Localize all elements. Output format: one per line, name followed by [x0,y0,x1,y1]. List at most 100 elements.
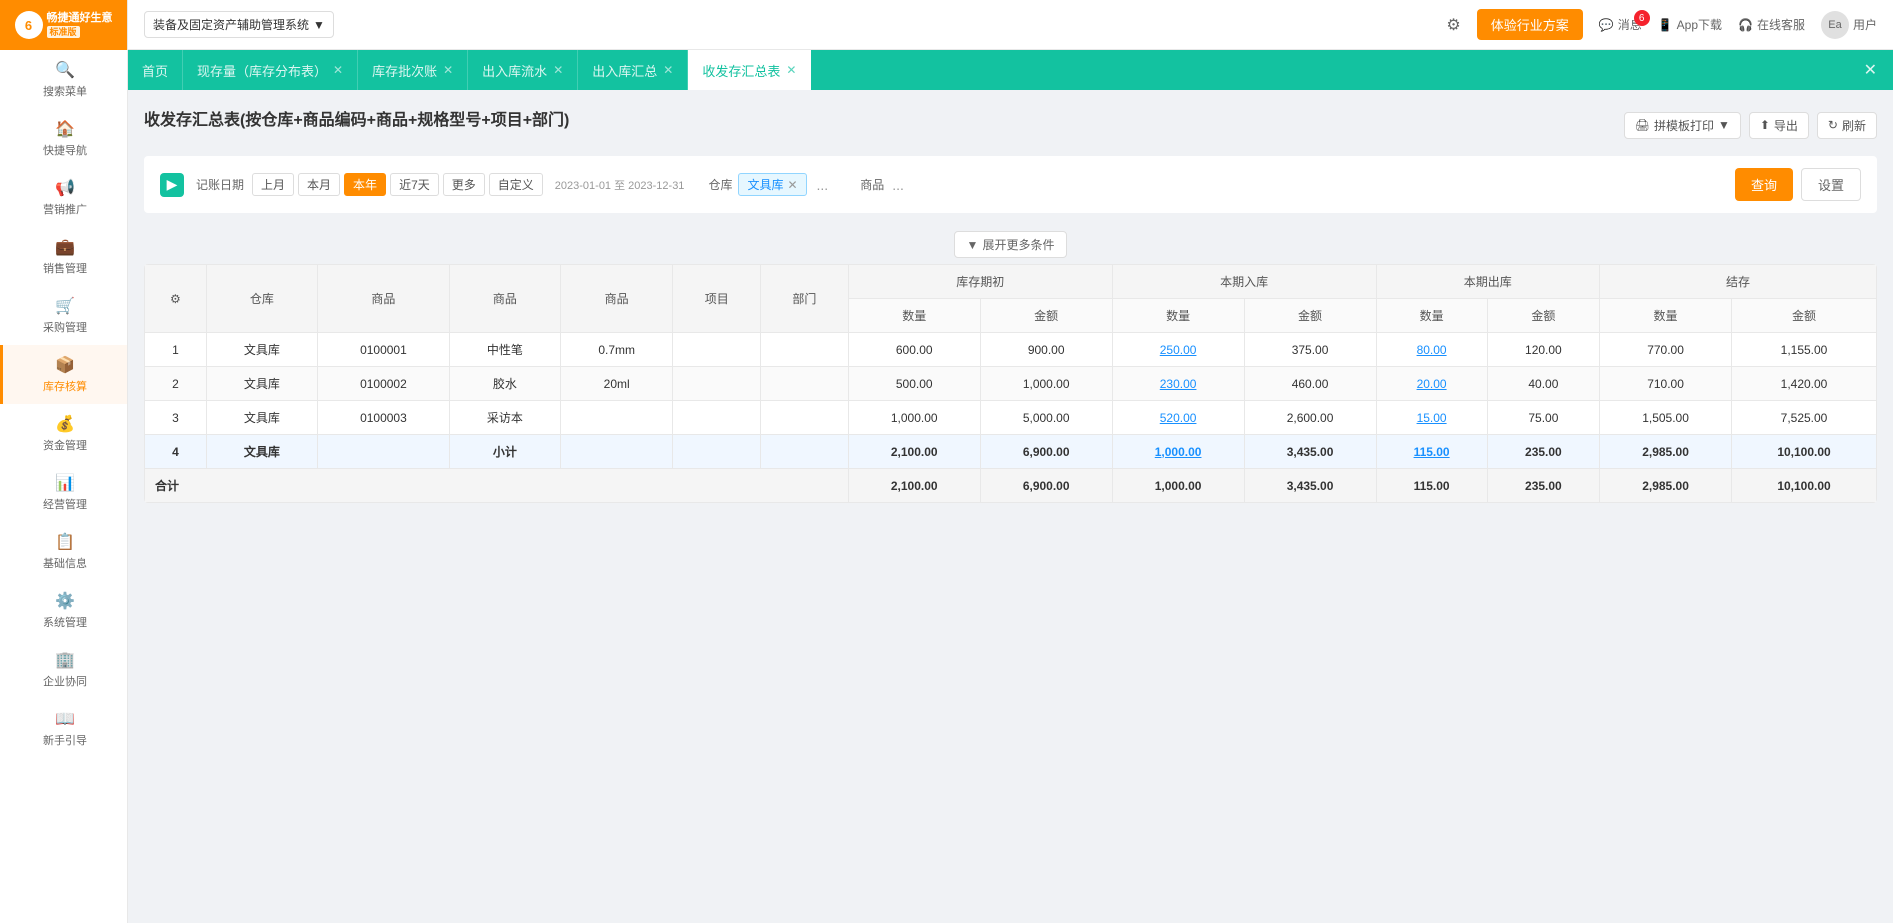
tab-close-stock-dist[interactable]: ✕ [333,63,343,77]
date-btn-近7天[interactable]: 近7天 [390,173,439,196]
print-button[interactable]: 🖨 拼模板打印 ▼ [1624,112,1741,139]
tab-home[interactable]: 首页 [128,50,183,90]
sidebar-item-quick-nav[interactable]: 🏠 快捷导航 [0,109,127,168]
export-button[interactable]: ⬆ 导出 [1749,112,1809,139]
cell-out-qty[interactable]: 115.00 [1376,435,1487,469]
sidebar-item-purchase[interactable]: 🛒 采购管理 [0,286,127,345]
warehouse-more[interactable]: ... [817,177,829,193]
filter-toggle[interactable]: ▶ [160,173,184,197]
tab-close-inout-flow[interactable]: ✕ [553,63,563,77]
warehouse-tag-close[interactable]: ✕ [787,178,797,192]
user-menu[interactable]: Ea 用户 [1821,11,1877,39]
settings-icon[interactable]: ⚙ [1446,17,1460,34]
footer-opening-amt: 6,900.00 [980,469,1112,503]
sidebar-label-inventory: 库存核算 [43,378,87,394]
sidebar-item-sales[interactable]: 💼 销售管理 [0,227,127,286]
tab-stock-dist[interactable]: 现存量（库存分布表）✕ [183,50,358,90]
message-btn[interactable]: 💬 消息 6 [1599,16,1642,33]
warehouse-filter: 仓库 文具库 ✕ ... [708,173,828,196]
tab-inout-summary[interactable]: 出入库汇总✕ [578,50,688,90]
sidebar-label-purchase: 采购管理 [43,319,87,335]
goods-filter: 商品 ... [844,176,904,193]
sidebar-item-inventory[interactable]: 📦 库存核算 [0,345,127,404]
cell-in-qty[interactable]: 520.00 [1112,401,1244,435]
cell-project [673,401,761,435]
sidebar-item-basic-info[interactable]: 📋 基础信息 [0,522,127,581]
cell-dept [761,435,849,469]
tab-inout-flow[interactable]: 出入库流水 ✕ [468,50,578,90]
cell-balance-qty: 2,985.00 [1600,435,1732,469]
sidebar-item-search[interactable]: 🔍 搜索菜单 [0,50,127,109]
cell-opening-qty: 1,000.00 [848,401,980,435]
app-download-btn[interactable]: 📱 App下载 [1658,16,1722,33]
system-title-dropdown[interactable]: 装备及固定资产辅助管理系统 ▼ [144,11,334,38]
sidebar-label-marketing: 营销推广 [43,201,87,217]
cell-warehouse: 文具库 [206,401,317,435]
sidebar-label-sales: 销售管理 [43,260,87,276]
cell-name: 胶水 [449,367,560,401]
tab-label-batch: 库存批次账 [372,61,437,80]
date-btn-本年[interactable]: 本年 [344,173,386,196]
out-qty-link[interactable]: 80.00 [1417,343,1447,357]
refresh-button[interactable]: ↻ 刷新 [1817,112,1877,139]
cell-out-amt: 235.00 [1487,435,1599,469]
tab-close-batch[interactable]: ✕ [443,63,453,77]
trial-button[interactable]: 体验行业方案 [1477,9,1583,40]
cell-out-qty[interactable]: 15.00 [1376,401,1487,435]
cell-balance-amt: 7,525.00 [1732,401,1877,435]
tab-recv-send[interactable]: 收发存汇总表✕ [688,50,811,90]
settings-button[interactable]: 设置 [1801,168,1861,201]
warehouse-tag[interactable]: 文具库 ✕ [738,173,806,196]
cell-opening-qty: 500.00 [848,367,980,401]
cell-out-qty[interactable]: 20.00 [1376,367,1487,401]
date-btn-上月[interactable]: 上月 [252,173,294,196]
query-button[interactable]: 查询 [1735,168,1793,201]
sidebar-item-marketing[interactable]: 📢 营销推广 [0,168,127,227]
sidebar-item-finance[interactable]: 💰 资金管理 [0,404,127,463]
sidebar-icon-system: ⚙️ [55,591,75,611]
col-dept: 部门 [761,265,849,333]
logo-icon: 6 [15,11,43,39]
goods-more[interactable]: ... [892,177,904,193]
expand-button[interactable]: ▼ 展开更多条件 [954,231,1068,258]
cell-project [673,367,761,401]
sidebar-label-basic-info: 基础信息 [43,555,87,571]
date-range: 2023-01-01 至 2023-12-31 [555,177,685,193]
col-in-amt: 金额 [1244,299,1376,333]
sidebar-item-system[interactable]: ⚙️ 系统管理 [0,581,127,640]
cell-in-qty[interactable]: 1,000.00 [1112,435,1244,469]
out-qty-link[interactable]: 15.00 [1417,411,1447,425]
in-qty-link[interactable]: 520.00 [1160,411,1197,425]
tab-close-inout-summary[interactable]: ✕ [663,63,673,77]
date-btn-更多[interactable]: 更多 [443,173,485,196]
in-qty-link[interactable]: 230.00 [1160,377,1197,391]
cell-opening-amt: 6,900.00 [980,435,1112,469]
cell-dept [761,401,849,435]
sidebar-item-operations[interactable]: 📊 经营管理 [0,463,127,522]
page-content: 收发存汇总表(按仓库+商品编码+商品+规格型号+项目+部门) 🖨 拼模板打印 ▼… [128,90,1893,923]
date-btn-本月[interactable]: 本月 [298,173,340,196]
cell-out-qty[interactable]: 80.00 [1376,333,1487,367]
online-support-btn[interactable]: 🎧 在线客服 [1738,16,1805,33]
tab-bar-close[interactable]: ✕ [1848,60,1893,80]
date-btn-自定义[interactable]: 自定义 [489,173,543,196]
tab-close-recv-send[interactable]: ✕ [786,63,796,77]
footer-balance-amt: 10,100.00 [1732,469,1877,503]
out-qty-link[interactable]: 20.00 [1417,377,1447,391]
sidebar-item-guide[interactable]: 📖 新手引导 [0,699,127,758]
sidebar-item-enterprise[interactable]: 🏢 企业协同 [0,640,127,699]
tab-label-inout-flow: 出入库流水 [482,61,547,80]
cell-in-qty[interactable]: 230.00 [1112,367,1244,401]
in-qty-link[interactable]: 250.00 [1160,343,1197,357]
cell-in-amt: 2,600.00 [1244,401,1376,435]
table-row: 1 文具库 0100001 中性笔 0.7mm 600.00 900.00 25… [145,333,1877,367]
refresh-icon: ↻ [1828,118,1838,132]
footer-in-amt: 3,435.00 [1244,469,1376,503]
tab-batch[interactable]: 库存批次账 ✕ [358,50,468,90]
cell-in-qty[interactable]: 250.00 [1112,333,1244,367]
filter-right-btns: 查询 设置 [1735,168,1861,201]
cell-name: 小计 [449,435,560,469]
footer-label: 合计 [145,469,849,503]
cell-no: 3 [145,401,207,435]
col-warehouse: 仓库 [206,265,317,333]
